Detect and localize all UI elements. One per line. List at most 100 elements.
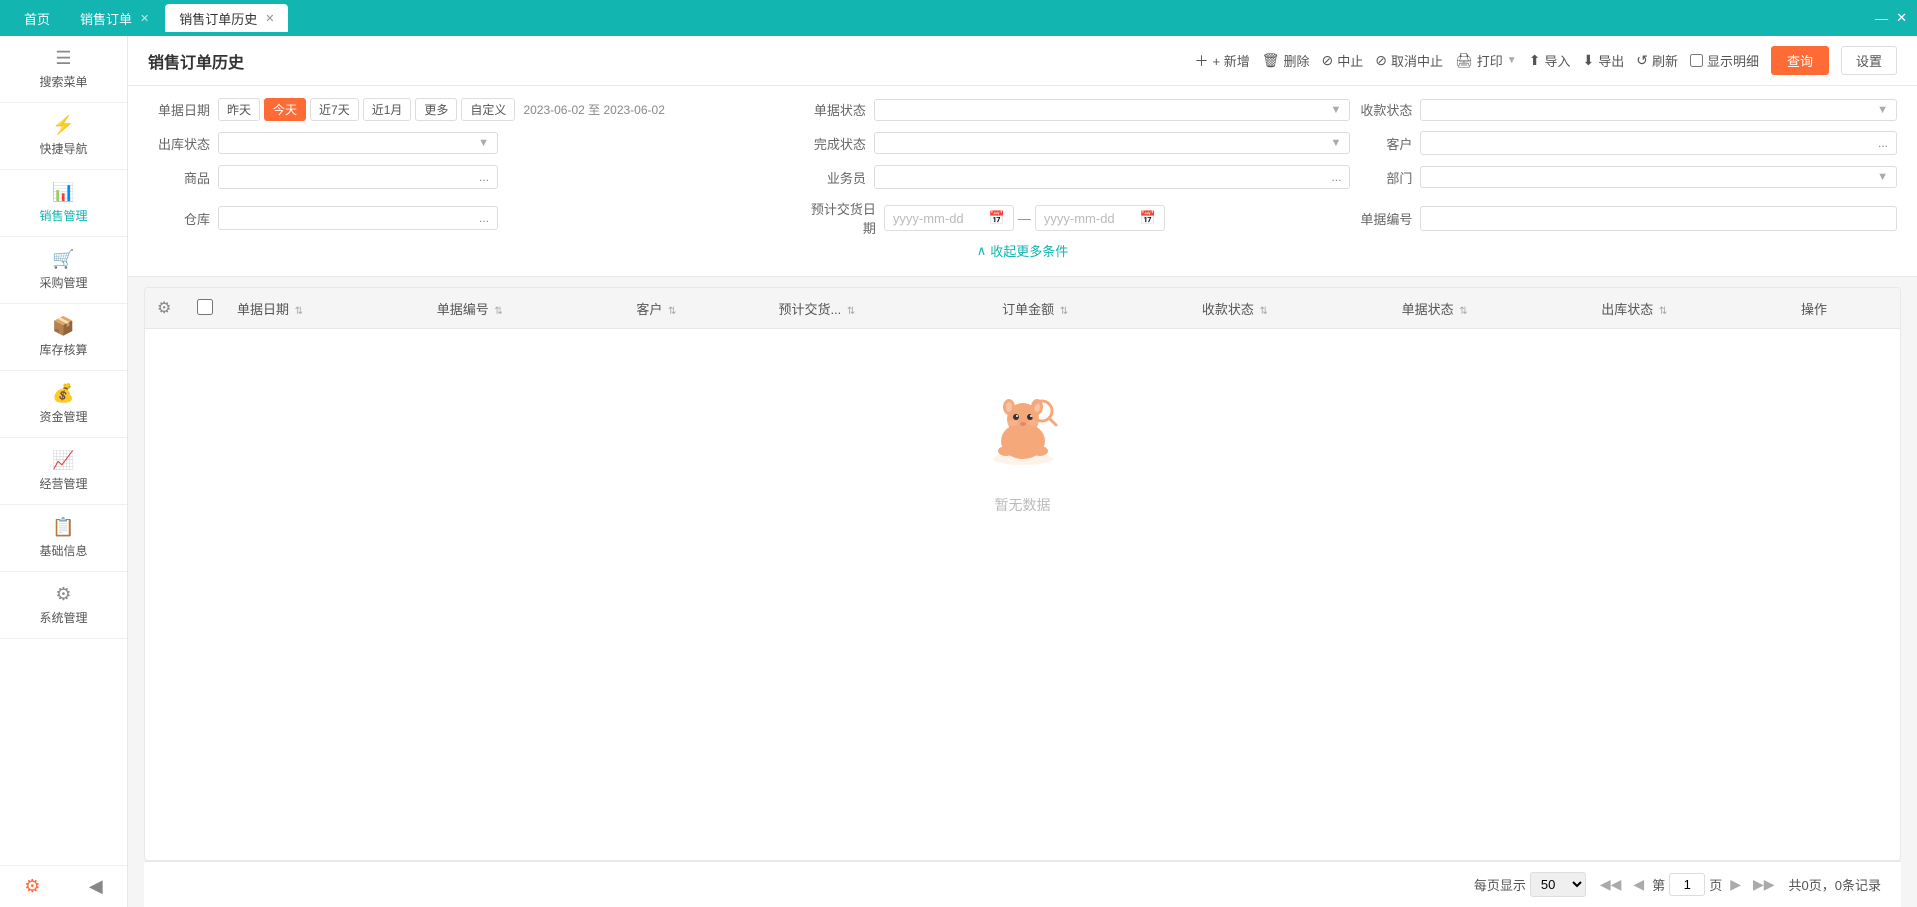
order-no-label: 单据编号 <box>1350 209 1420 228</box>
expected-delivery-sort-icon[interactable]: ⇅ <box>847 306 855 317</box>
sidebar-item-search-menu[interactable]: ☰ 搜索菜单 <box>0 36 127 103</box>
filter-cell-complete-status: 完成状态 ▼ <box>804 132 1351 154</box>
complete-status-select[interactable]: ▼ <box>874 132 1351 154</box>
expected-delivery-end[interactable]: yyyy-mm-dd 📅 <box>1035 205 1165 231</box>
date-last1month-btn[interactable]: 近1月 <box>363 98 412 121</box>
print-button[interactable]: 🖨 打印 ▼ <box>1455 51 1517 70</box>
page-size-select: 每页显示 10 20 50 100 <box>1474 872 1586 897</box>
sidebar-item-sales-mgmt[interactable]: 📊 销售管理 <box>0 170 127 237</box>
refresh-icon: ↺ <box>1636 52 1648 69</box>
filter-cell-order-status: 单据状态 ▼ <box>804 99 1351 121</box>
page-number-input[interactable] <box>1669 873 1705 896</box>
empty-text: 暂无数据 <box>995 495 1051 515</box>
sidebar-bottom: ⚙ ◀ <box>0 865 127 907</box>
order-status-sort-icon[interactable]: ⇅ <box>1459 306 1467 317</box>
filter-row-3: 商品 ... 业务员 ... 部门 ▼ <box>148 165 1897 189</box>
stock-status-sort-icon[interactable]: ⇅ <box>1659 306 1667 317</box>
topbar-close[interactable]: ✕ <box>1896 10 1907 26</box>
date-more-btn[interactable]: 更多 <box>415 98 457 121</box>
delete-button[interactable]: 🗑 删除 <box>1262 51 1310 70</box>
filter-cell-warehouse: 仓库 ... <box>148 206 804 230</box>
empty-illustration <box>978 389 1068 479</box>
sidebar-item-operations[interactable]: 📈 经营管理 <box>0 438 127 505</box>
setting-button[interactable]: 设置 <box>1841 46 1897 75</box>
filter-cell-goods: 商品 ... <box>148 165 804 189</box>
cancel-stop-icon: ⊘ <box>1375 52 1387 69</box>
sidebar-item-quick-nav[interactable]: ⚡ 快捷导航 <box>0 103 127 170</box>
cancel-stop-button[interactable]: ⊘ 取消中止 <box>1375 51 1443 70</box>
order-no-sort-icon[interactable]: ⇅ <box>494 306 502 317</box>
stop-button[interactable]: ⊘ 中止 <box>1322 51 1364 70</box>
dept-arrow: ▼ <box>1877 171 1888 183</box>
tab-sales-order[interactable]: 销售订单 ✕ <box>66 4 163 32</box>
sidebar-item-label-purchase-mgmt: 采购管理 <box>39 274 87 291</box>
customer-field[interactable]: ... <box>1420 131 1897 155</box>
table-header-row: ⚙ 单据日期 ⇅ 单据编号 ⇅ <box>145 288 1900 329</box>
new-button[interactable]: ＋ + 新增 <box>1194 51 1249 71</box>
import-button[interactable]: ⬆ 导入 <box>1529 51 1571 70</box>
date-range-text: 2023-06-02 至 2023-06-02 <box>523 101 664 118</box>
base-info-icon: 📋 <box>52 517 74 538</box>
collapse-row[interactable]: ∧ 收起更多条件 <box>148 237 1897 264</box>
col-actions: 操作 <box>1789 288 1900 329</box>
display-detail-checkbox[interactable]: 显示明细 <box>1690 51 1759 70</box>
order-no-input[interactable] <box>1420 206 1897 231</box>
sidebar-toggle-icon[interactable]: ◀ <box>89 876 103 897</box>
filter-area: 单据日期 昨天 今天 近7天 近1月 更多 自定义 2023-06-02 至 2… <box>128 86 1917 277</box>
tab-home[interactable]: 首页 <box>10 4 64 32</box>
export-button[interactable]: ⬇ 导出 <box>1582 51 1624 70</box>
customer-sort-icon[interactable]: ⇅ <box>668 306 676 317</box>
col-stock-status: 出库状态 ⇅ <box>1589 288 1789 329</box>
filter-cell-expected-delivery: 预计交货日期 yyyy-mm-dd 📅 — yyyy-mm-dd 📅 <box>804 199 1351 237</box>
sidebar-item-label-operations: 经营管理 <box>39 475 87 492</box>
payment-status-select[interactable]: ▼ <box>1420 99 1897 121</box>
sidebar-item-sys-mgmt[interactable]: ⚙ 系统管理 <box>0 572 127 639</box>
tab-sales-order-history[interactable]: 销售订单历史 ✕ <box>165 4 288 32</box>
warehouse-field[interactable]: ... <box>218 206 498 230</box>
sidebar-item-finance[interactable]: 💰 资金管理 <box>0 371 127 438</box>
date-sort-icon[interactable]: ⇅ <box>295 306 303 317</box>
table-settings-icon[interactable]: ⚙ <box>157 300 171 317</box>
order-status-select[interactable]: ▼ <box>874 99 1351 121</box>
page-last-btn[interactable]: ▶▶ <box>1749 874 1779 895</box>
date-today-btn[interactable]: 今天 <box>264 98 306 121</box>
display-detail-input[interactable] <box>1690 54 1703 67</box>
data-table: ⚙ 单据日期 ⇅ 单据编号 ⇅ <box>145 288 1900 575</box>
dept-select[interactable]: ▼ <box>1420 166 1897 188</box>
filter-cell-dept: 部门 ▼ <box>1350 166 1897 188</box>
col-checkbox <box>185 288 225 329</box>
date-custom-btn[interactable]: 自定义 <box>461 98 515 121</box>
page-next-btn[interactable]: ▶ <box>1726 874 1745 895</box>
page-prev-btn[interactable]: ◀ <box>1629 874 1648 895</box>
sidebar-item-base-info[interactable]: 📋 基础信息 <box>0 505 127 572</box>
order-status-label: 单据状态 <box>804 100 874 119</box>
sidebar-item-purchase-mgmt[interactable]: 🛒 采购管理 <box>0 237 127 304</box>
refresh-button[interactable]: ↺ 刷新 <box>1636 51 1678 70</box>
payment-status-sort-icon[interactable]: ⇅ <box>1260 306 1268 317</box>
export-icon: ⬇ <box>1582 52 1594 69</box>
search-menu-icon: ☰ <box>55 48 71 69</box>
page-suffix-label: 页 <box>1709 875 1722 894</box>
sidebar-settings-icon[interactable]: ⚙ <box>24 876 40 897</box>
query-button[interactable]: 查询 <box>1771 46 1829 75</box>
date-last7-btn[interactable]: 近7天 <box>310 98 359 121</box>
date-yesterday-btn[interactable]: 昨天 <box>218 98 260 121</box>
page-first-btn[interactable]: ◀◀ <box>1596 874 1626 895</box>
expected-delivery-start[interactable]: yyyy-mm-dd 📅 <box>884 205 1014 231</box>
col-order-amount: 订单金额 ⇅ <box>990 288 1190 329</box>
order-amount-sort-icon[interactable]: ⇅ <box>1060 306 1068 317</box>
sales-mgmt-icon: 📊 <box>52 182 74 203</box>
tab-sales-order-history-close[interactable]: ✕ <box>265 12 274 25</box>
goods-field[interactable]: ... <box>218 165 498 189</box>
topbar-minimize[interactable]: — <box>1875 11 1888 26</box>
salesperson-field[interactable]: ... <box>874 165 1351 189</box>
select-all-checkbox[interactable] <box>197 299 213 315</box>
date-label: 单据日期 <box>148 100 218 119</box>
tab-sales-order-close[interactable]: ✕ <box>140 12 149 25</box>
sidebar-item-label-inventory: 库存核算 <box>39 341 87 358</box>
per-page-select[interactable]: 10 20 50 100 <box>1530 872 1586 897</box>
filter-cell-payment-status: 收款状态 ▼ <box>1350 99 1897 121</box>
inventory-icon: 📦 <box>52 316 74 337</box>
stock-out-select[interactable]: ▼ <box>218 132 498 154</box>
sidebar-item-inventory[interactable]: 📦 库存核算 <box>0 304 127 371</box>
